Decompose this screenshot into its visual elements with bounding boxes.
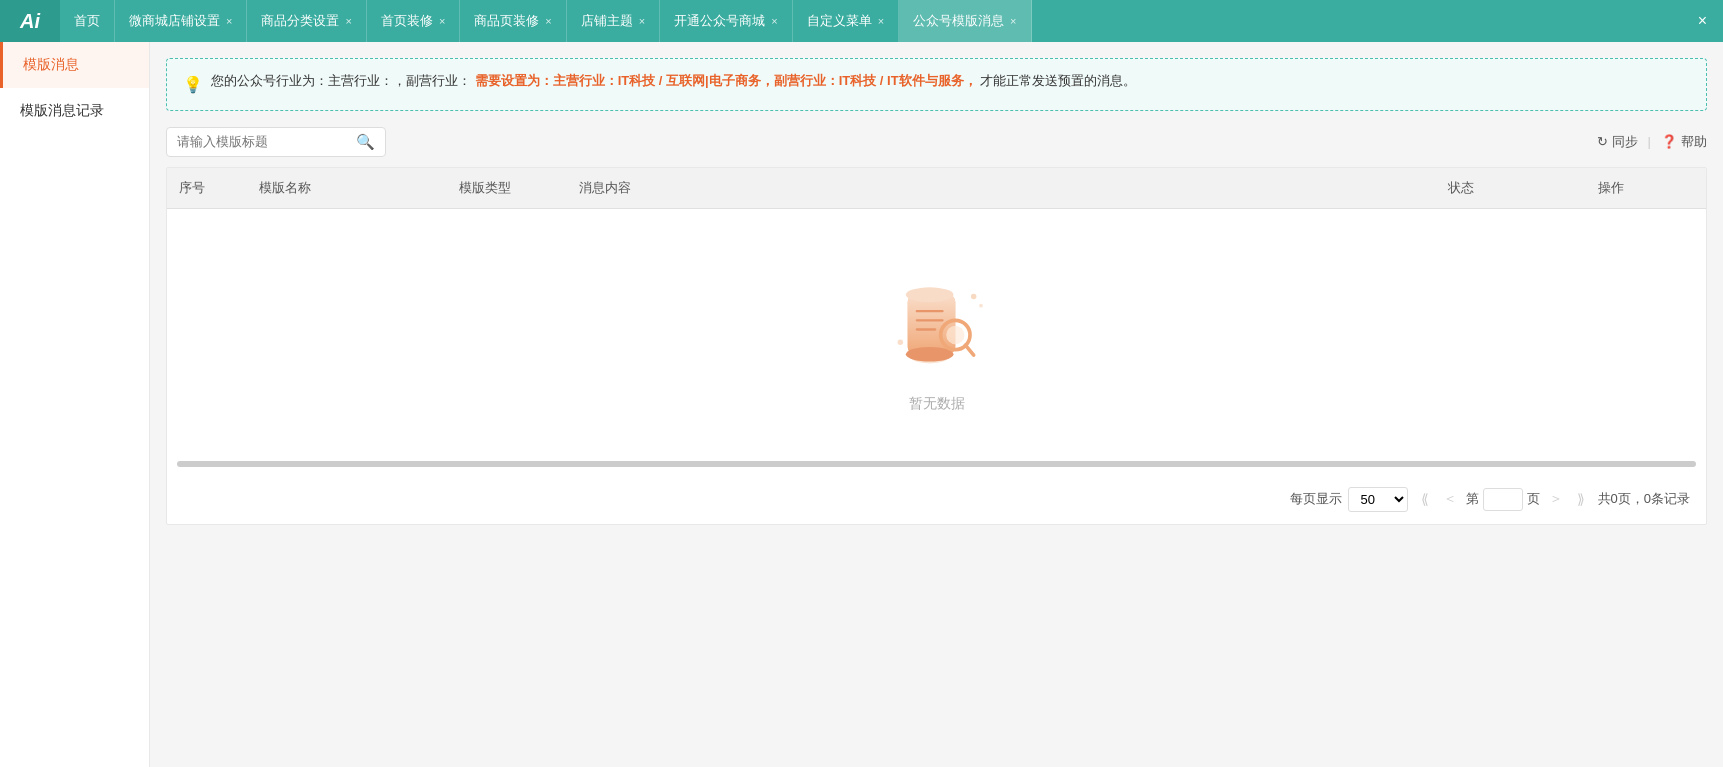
tab-bar: 首页 微商城店铺设置 × 商品分类设置 × 首页装修 × 商品页装修 × 店铺主… <box>0 0 1723 42</box>
sidebar-item-template-msg-log-label: 模版消息记录 <box>20 102 104 118</box>
page-label-post: 页 <box>1527 490 1540 508</box>
tab-store-theme-label: 店铺主题 <box>581 12 633 30</box>
tab-shop-settings-label: 微商城店铺设置 <box>129 12 220 30</box>
tab-home-decor-close[interactable]: × <box>439 15 445 27</box>
tab-category-label: 商品分类设置 <box>261 12 339 30</box>
svg-point-12 <box>979 303 983 307</box>
col-type: 模版类型 <box>447 168 567 208</box>
page-number-input[interactable]: 1 <box>1483 488 1523 511</box>
sidebar-item-template-msg-label: 模版消息 <box>23 56 79 72</box>
svg-point-11 <box>970 293 976 299</box>
tab-store-theme-close[interactable]: × <box>639 15 645 27</box>
sidebar-item-template-msg-log[interactable]: 模版消息记录 <box>0 88 149 134</box>
pagination: 每页显示 10 20 50 100 ⟪ ＜ 第 1 页 <box>167 475 1706 524</box>
empty-illustration <box>882 269 992 379</box>
prev-page-button[interactable]: ＜ <box>1438 488 1462 510</box>
tab-open-shop[interactable]: 开通公众号商城 × <box>660 0 792 42</box>
global-close-button[interactable]: × <box>1682 0 1723 42</box>
page-nav: ⟪ ＜ 第 1 页 ＞ ⟫ <box>1416 488 1590 511</box>
tab-custom-menu[interactable]: 自定义菜单 × <box>793 0 899 42</box>
tab-home[interactable]: 首页 <box>60 0 115 42</box>
toolbar-right: ↻ 同步 | ❓ 帮助 <box>1597 133 1707 151</box>
tab-shop-settings[interactable]: 微商城店铺设置 × <box>115 0 247 42</box>
svg-point-9 <box>946 325 964 343</box>
tab-shop-settings-close[interactable]: × <box>226 15 232 27</box>
col-name: 模版名称 <box>247 168 447 208</box>
ai-badge: Ai <box>0 0 60 42</box>
page-size-selector: 每页显示 10 20 50 100 <box>1290 487 1408 512</box>
tab-home-decor[interactable]: 首页装修 × <box>367 0 460 42</box>
help-icon: ❓ <box>1661 134 1677 149</box>
sidebar: 模版消息 模版消息记录 <box>0 42 150 767</box>
col-index: 序号 <box>167 168 247 208</box>
tab-template-msg-label: 公众号模版消息 <box>913 12 1004 30</box>
tab-custom-menu-close[interactable]: × <box>878 15 884 27</box>
empty-state: 暂无数据 <box>167 209 1706 453</box>
svg-point-3 <box>905 287 953 302</box>
tab-open-shop-label: 开通公众号商城 <box>674 12 765 30</box>
svg-line-10 <box>965 345 973 355</box>
tab-category-close[interactable]: × <box>345 15 351 27</box>
tab-template-msg-close[interactable]: × <box>1010 15 1016 27</box>
tab-open-shop-close[interactable]: × <box>771 15 777 27</box>
sidebar-item-template-msg[interactable]: 模版消息 <box>0 42 149 88</box>
first-page-button[interactable]: ⟪ <box>1416 489 1434 509</box>
tab-home-label: 首页 <box>74 12 100 30</box>
tab-store-theme[interactable]: 店铺主题 × <box>567 0 660 42</box>
col-content: 消息内容 <box>567 168 1436 208</box>
data-table: 序号 模版名称 模版类型 消息内容 状态 操作 <box>166 167 1707 525</box>
total-records: 共0页，0条记录 <box>1598 490 1690 508</box>
empty-text: 暂无数据 <box>909 395 965 413</box>
page-label-pre: 第 <box>1466 490 1479 508</box>
tab-template-msg[interactable]: 公众号模版消息 × <box>899 0 1031 42</box>
search-icon[interactable]: 🔍 <box>356 133 375 151</box>
svg-rect-2 <box>907 294 955 354</box>
tab-product-decor-label: 商品页装修 <box>474 12 539 30</box>
next-page-button[interactable]: ＞ <box>1544 488 1568 510</box>
bulb-icon: 💡 <box>183 72 203 98</box>
search-input[interactable] <box>177 134 356 149</box>
notice-banner: 💡 您的公众号行业为：主营行业：，副营行业： 需要设置为：主营行业：IT科技 /… <box>166 58 1707 111</box>
tab-home-decor-label: 首页装修 <box>381 12 433 30</box>
help-label: 帮助 <box>1681 133 1707 151</box>
page-input-group: 第 1 页 <box>1466 488 1540 511</box>
help-button[interactable]: ❓ 帮助 <box>1661 133 1707 151</box>
tab-product-decor[interactable]: 商品页装修 × <box>460 0 566 42</box>
notice-text: 您的公众号行业为：主营行业：，副营行业： 需要设置为：主营行业：IT科技 / 互… <box>211 71 1136 92</box>
sync-icon: ↻ <box>1597 134 1608 149</box>
svg-point-4 <box>905 347 953 362</box>
tab-custom-menu-label: 自定义菜单 <box>807 12 872 30</box>
tab-category[interactable]: 商品分类设置 × <box>247 0 366 42</box>
horizontal-scrollbar[interactable] <box>177 461 1696 467</box>
search-box: 🔍 <box>166 127 386 157</box>
col-action: 操作 <box>1586 168 1706 208</box>
tab-product-decor-close[interactable]: × <box>545 15 551 27</box>
main-content: 💡 您的公众号行业为：主营行业：，副营行业： 需要设置为：主营行业：IT科技 /… <box>150 42 1723 767</box>
table-header: 序号 模版名称 模版类型 消息内容 状态 操作 <box>167 168 1706 209</box>
toolbar-divider: | <box>1648 134 1651 149</box>
per-page-select[interactable]: 10 20 50 100 <box>1348 487 1408 512</box>
toolbar: 🔍 ↻ 同步 | ❓ 帮助 <box>166 127 1707 157</box>
svg-point-13 <box>897 339 903 345</box>
sync-label: 同步 <box>1612 133 1638 151</box>
notice-highlight: 需要设置为：主营行业：IT科技 / 互联网|电子商务，副营行业：IT科技 / I… <box>475 73 977 88</box>
sync-button[interactable]: ↻ 同步 <box>1597 133 1638 151</box>
per-page-label: 每页显示 <box>1290 490 1342 508</box>
last-page-button[interactable]: ⟫ <box>1572 489 1590 509</box>
col-status: 状态 <box>1436 168 1586 208</box>
layout: 模版消息 模版消息记录 💡 您的公众号行业为：主营行业：，副营行业： 需要设置为… <box>0 42 1723 767</box>
